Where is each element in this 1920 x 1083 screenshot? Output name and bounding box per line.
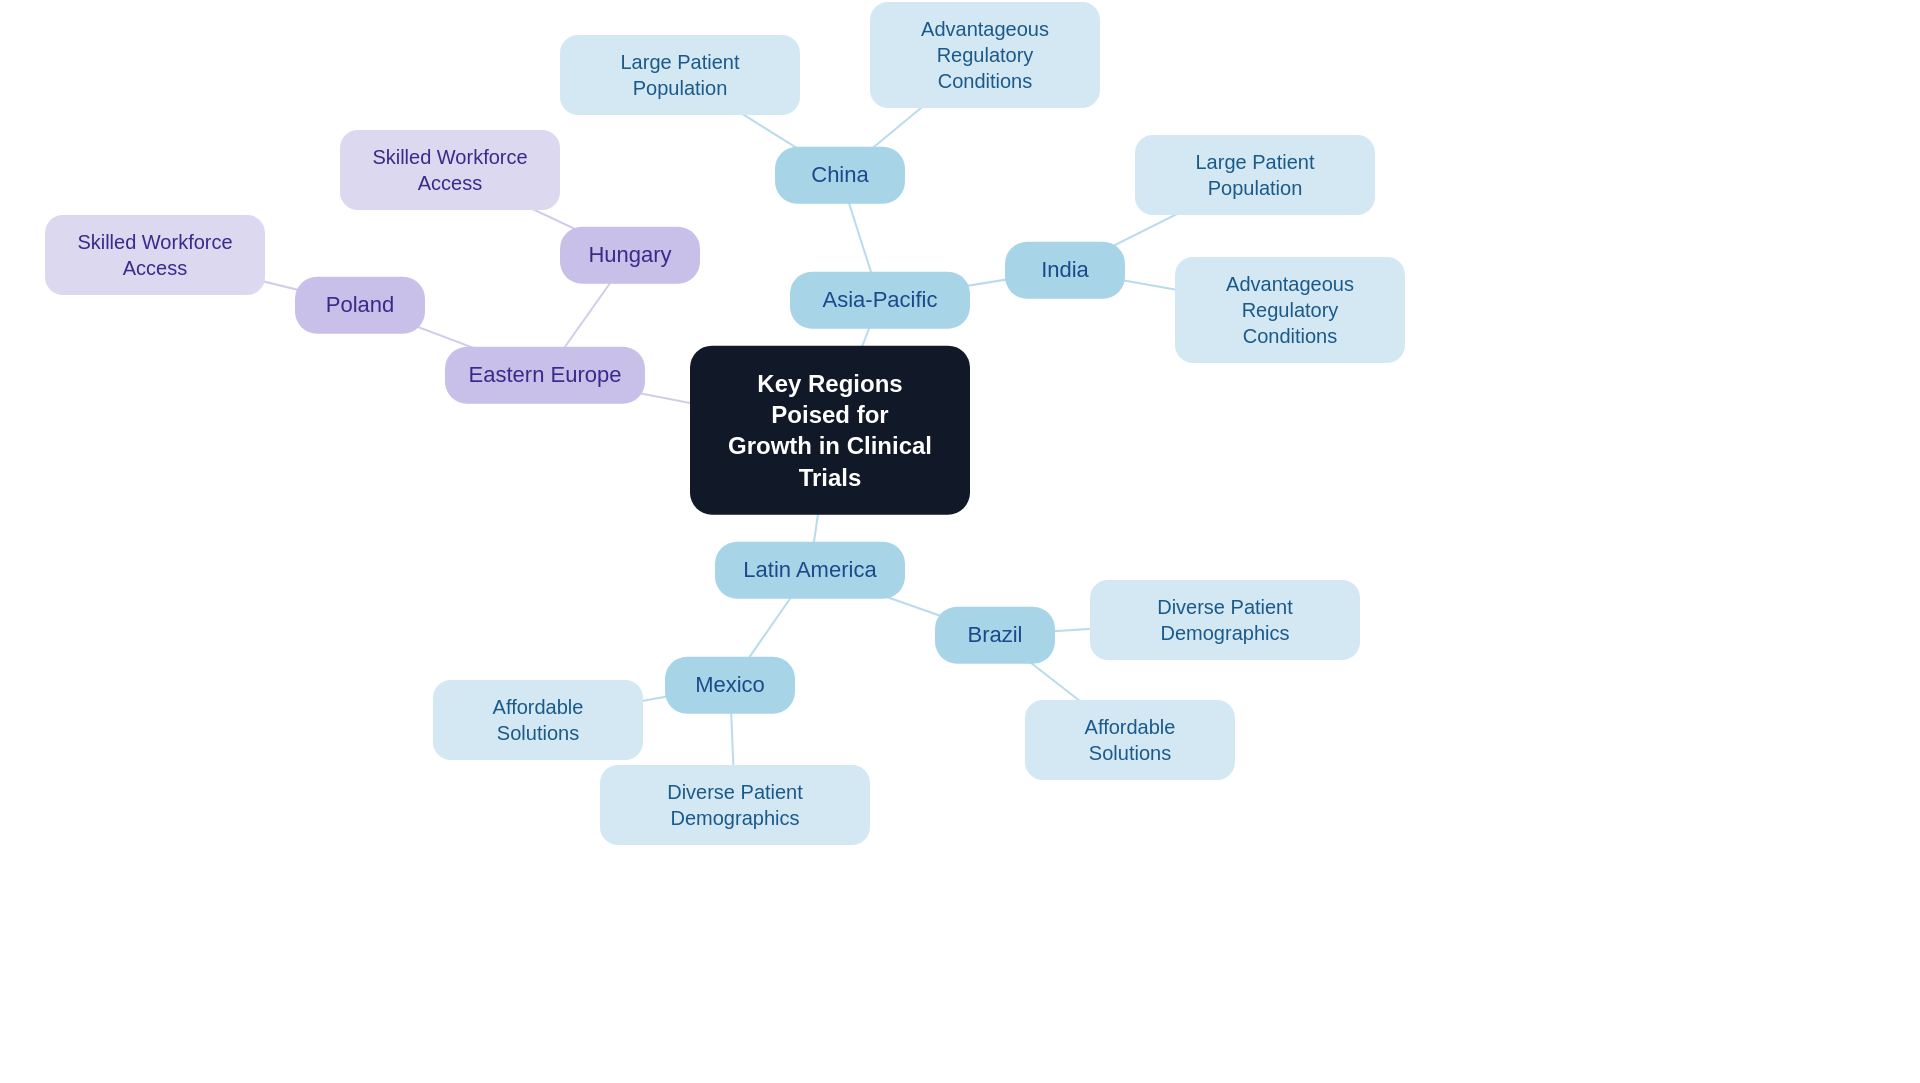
svg-line-5 (1065, 175, 1255, 270)
svg-line-4 (880, 270, 1065, 300)
svg-line-9 (450, 170, 630, 255)
svg-line-0 (830, 300, 880, 430)
svg-line-12 (810, 430, 830, 570)
svg-line-15 (730, 685, 735, 805)
svg-line-13 (730, 570, 810, 685)
svg-line-3 (840, 55, 985, 175)
svg-line-14 (538, 685, 730, 720)
svg-line-7 (545, 375, 830, 430)
svg-line-8 (545, 255, 630, 375)
svg-line-10 (360, 305, 545, 375)
svg-line-18 (995, 635, 1130, 740)
mindmap-svg (0, 0, 1920, 1083)
svg-line-2 (680, 75, 840, 175)
svg-line-16 (810, 570, 995, 635)
svg-line-6 (1065, 270, 1290, 310)
svg-line-1 (840, 175, 880, 300)
svg-line-11 (155, 255, 360, 305)
svg-line-17 (995, 620, 1225, 635)
